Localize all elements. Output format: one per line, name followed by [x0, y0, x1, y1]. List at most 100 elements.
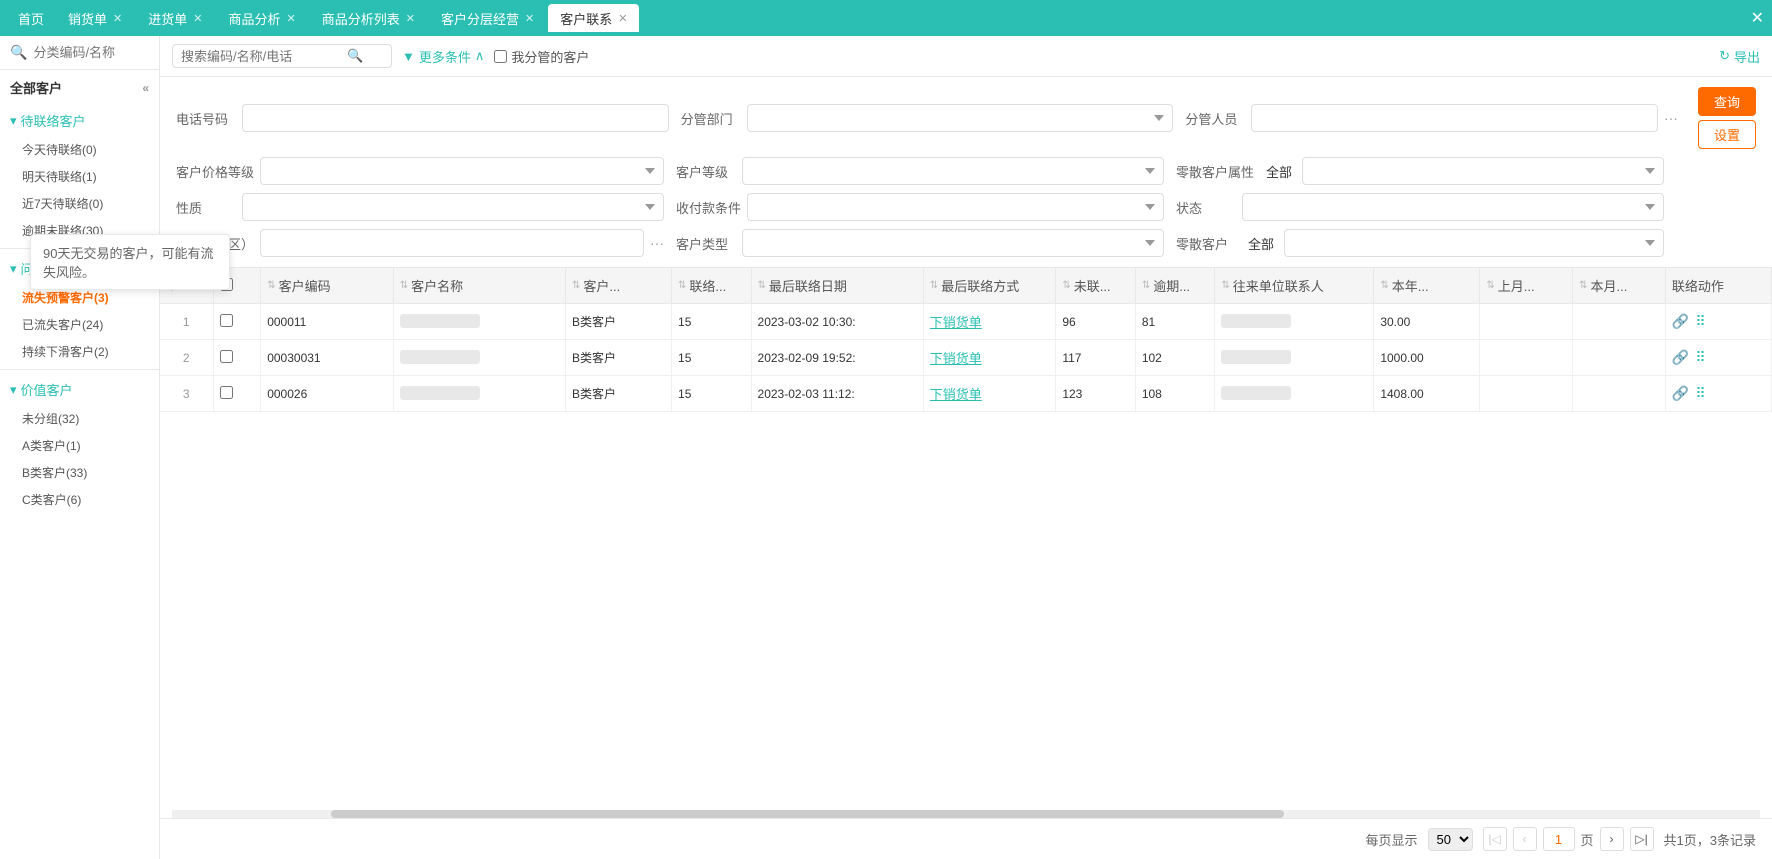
close-icon[interactable]: ✕ — [525, 12, 534, 25]
tab-customer-contact[interactable]: 客户联系 ✕ — [548, 4, 639, 32]
method-link[interactable]: 下销货单 — [930, 351, 982, 366]
filter-more-btn[interactable]: ▼ 更多条件 ∧ — [402, 47, 484, 66]
cust-type-select[interactable] — [742, 229, 1164, 257]
sidebar-item-declining[interactable]: 持续下滑客户(2) — [0, 338, 159, 365]
tab-analysis-list[interactable]: 商品分析列表 ✕ — [310, 4, 427, 32]
sidebar-item-7days[interactable]: 近7天待联络(0) — [0, 190, 159, 217]
sidebar-search-input[interactable] — [33, 45, 160, 60]
tab-purchase[interactable]: 进货单 ✕ — [136, 4, 214, 32]
more-icon[interactable]: ⠿ — [1695, 385, 1705, 402]
cell-last-method[interactable]: 下销货单 — [923, 304, 1056, 340]
filter-search-input[interactable] — [181, 49, 341, 64]
contact-icon[interactable]: 🔗 — [1672, 349, 1689, 366]
cell-overdue: 108 — [1135, 376, 1215, 412]
price-tier-select[interactable] — [260, 157, 664, 185]
row-checkbox[interactable] — [220, 386, 233, 399]
mine-checkbox[interactable] — [494, 50, 507, 63]
page-input[interactable] — [1543, 827, 1575, 851]
sidebar: 🔍 全部客户 « ▾ 待联络客户 今天待联络(0) 明天待联络(1) 近7天待联… — [0, 36, 160, 859]
th-type[interactable]: ⇅客户... — [566, 268, 672, 304]
sidebar-item-churned[interactable]: 已流失客户(24) — [0, 311, 159, 338]
arrow-icon: ▾ — [10, 382, 17, 398]
cell-last-method[interactable]: 下销货单 — [923, 340, 1056, 376]
phone-input[interactable] — [242, 104, 669, 132]
cell-no-contact: 123 — [1056, 376, 1136, 412]
th-contact[interactable]: ⇅联络... — [672, 268, 752, 304]
nature-select[interactable] — [242, 193, 664, 221]
status-select[interactable] — [1242, 193, 1664, 221]
close-icon[interactable]: ✕ — [618, 12, 627, 25]
cell-checkbox[interactable] — [213, 376, 261, 412]
cust-tier-select[interactable] — [742, 157, 1164, 185]
filter-search-box: 🔍 — [172, 44, 392, 68]
more-icon[interactable]: ⠿ — [1695, 313, 1705, 330]
th-last-date[interactable]: ⇅最后联络日期 — [751, 268, 923, 304]
th-no-contact[interactable]: ⇅未联... — [1056, 268, 1136, 304]
cell-this-year: 30.00 — [1374, 304, 1480, 340]
close-icon[interactable]: ✕ — [193, 12, 202, 25]
per-page-select[interactable]: 50 — [1428, 828, 1473, 851]
page-next-btn[interactable]: › — [1600, 827, 1624, 851]
cell-type: B类客户 — [566, 304, 672, 340]
sidebar-item-classB[interactable]: B类客户(33) — [0, 459, 159, 486]
region-input[interactable] — [260, 229, 644, 257]
sidebar-item-ungrouped[interactable]: 未分组(32) — [0, 405, 159, 432]
more-icon[interactable]: ⠿ — [1695, 349, 1705, 366]
page-last-btn[interactable]: ▷| — [1630, 827, 1654, 851]
collapse-icon[interactable]: « — [142, 81, 149, 95]
content-area: 🔍 ▼ 更多条件 ∧ 我分管的客户 ↻ 导出 电话号码 — [160, 36, 1772, 859]
search-icon[interactable]: 🔍 — [347, 48, 363, 64]
sidebar-item-tomorrow[interactable]: 明天待联络(1) — [0, 163, 159, 190]
horizontal-scrollbar[interactable] — [172, 810, 1760, 818]
close-icon[interactable]: ✕ — [113, 12, 122, 25]
cell-name — [393, 304, 565, 340]
arrow-icon: ▾ — [10, 261, 17, 277]
tab-home[interactable]: 首页 — [8, 9, 54, 28]
close-all-icon[interactable]: ✕ — [1751, 8, 1764, 28]
settings-button[interactable]: 设置 — [1698, 120, 1756, 149]
page-prev-btn[interactable]: ‹ — [1513, 827, 1537, 851]
cell-this-year: 1408.00 — [1374, 376, 1480, 412]
dept-select[interactable] — [747, 104, 1174, 132]
tab-customer-tier[interactable]: 客户分层经营 ✕ — [429, 4, 546, 32]
cell-checkbox[interactable] — [213, 340, 261, 376]
th-overdue[interactable]: ⇅逾期... — [1135, 268, 1215, 304]
th-name[interactable]: ⇅客户名称 — [393, 268, 565, 304]
cell-checkbox[interactable] — [213, 304, 261, 340]
sidebar-item-today[interactable]: 今天待联络(0) — [0, 136, 159, 163]
tab-sales[interactable]: 销货单 ✕ — [56, 4, 134, 32]
sidebar-group-value[interactable]: ▾ 价值客户 — [0, 374, 159, 405]
close-icon[interactable]: ✕ — [406, 12, 415, 25]
th-last-month[interactable]: ⇅上月... — [1480, 268, 1573, 304]
person-input[interactable] — [1251, 104, 1658, 132]
row-checkbox[interactable] — [220, 314, 233, 327]
method-link[interactable]: 下销货单 — [930, 387, 982, 402]
scatter-attr-select[interactable] — [1302, 157, 1664, 185]
dots-icon[interactable]: ··· — [650, 235, 664, 251]
tab-analysis[interactable]: 商品分析 ✕ — [216, 4, 307, 32]
sidebar-item-classC[interactable]: C类客户(6) — [0, 486, 159, 513]
th-last-method[interactable]: ⇅最后联络方式 — [923, 268, 1056, 304]
th-unit-contact[interactable]: ⇅往来单位联系人 — [1215, 268, 1374, 304]
th-this-year[interactable]: ⇅本年... — [1374, 268, 1480, 304]
sidebar-group-pending[interactable]: ▾ 待联络客户 — [0, 105, 159, 136]
th-this-month[interactable]: ⇅本月... — [1573, 268, 1666, 304]
th-code[interactable]: ⇅客户编码 — [261, 268, 394, 304]
payment-select[interactable] — [747, 193, 1164, 221]
contact-icon[interactable]: 🔗 — [1672, 313, 1689, 330]
cell-no-contact: 117 — [1056, 340, 1136, 376]
page-first-btn[interactable]: |◁ — [1483, 827, 1507, 851]
method-link[interactable]: 下销货单 — [930, 315, 982, 330]
export-btn[interactable]: ↻ 导出 — [1719, 47, 1760, 66]
cell-last-method[interactable]: 下销货单 — [923, 376, 1056, 412]
scroll-thumb[interactable] — [331, 810, 1284, 818]
filter-field-cust-type: 客户类型 — [676, 229, 1164, 257]
row-checkbox[interactable] — [220, 350, 233, 363]
sidebar-item-classA[interactable]: A类客户(1) — [0, 432, 159, 459]
scatter-select[interactable] — [1284, 229, 1664, 257]
close-icon[interactable]: ✕ — [287, 12, 296, 25]
query-button[interactable]: 查询 — [1698, 87, 1756, 116]
dots-icon[interactable]: ··· — [1664, 110, 1678, 126]
adv-filter-row4: 区域（地区） ··· 客户类型 零散客户 全部 — [176, 229, 1756, 257]
contact-icon[interactable]: 🔗 — [1672, 385, 1689, 402]
